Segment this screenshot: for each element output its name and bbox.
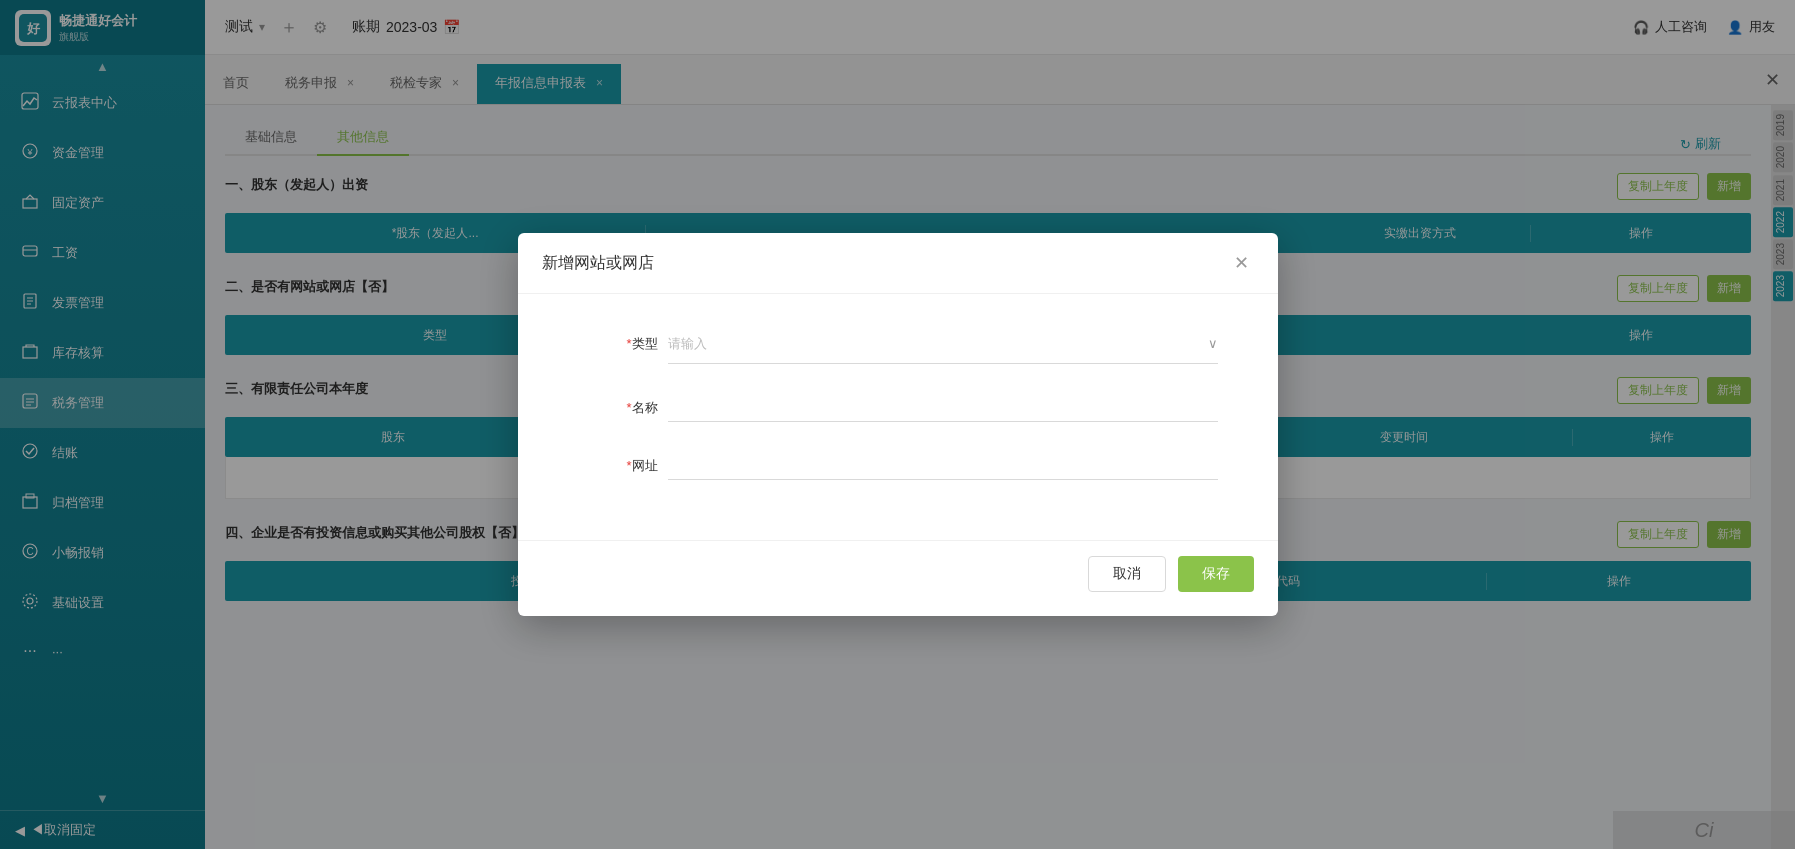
label-type-text: 类型: [632, 336, 658, 351]
save-button[interactable]: 保存: [1178, 556, 1254, 592]
type-input[interactable]: [668, 330, 1200, 357]
modal-title: 新增网站或网店: [542, 253, 654, 274]
modal-add-website: 新增网站或网店 ✕ *类型 ∨ *名称: [518, 233, 1278, 616]
modal-overlay[interactable]: 新增网站或网店 ✕ *类型 ∨ *名称: [0, 0, 1795, 849]
url-input[interactable]: [668, 452, 1218, 480]
modal-close-button[interactable]: ✕: [1230, 251, 1254, 275]
modal-footer: 取消 保存: [518, 540, 1278, 616]
form-row-type: *类型 ∨: [578, 324, 1218, 364]
modal-header: 新增网站或网店 ✕: [518, 233, 1278, 294]
form-row-name: *名称: [578, 394, 1218, 422]
label-name-text: 名称: [632, 400, 658, 415]
form-label-name: *名称: [578, 399, 658, 417]
form-row-url: *网址: [578, 452, 1218, 480]
form-label-type: *类型: [578, 335, 658, 353]
label-url-text: 网址: [632, 458, 658, 473]
cancel-button[interactable]: 取消: [1088, 556, 1166, 592]
type-input-wrapper: ∨: [668, 324, 1218, 364]
form-label-url: *网址: [578, 457, 658, 475]
modal-body: *类型 ∨ *名称 *网址: [518, 294, 1278, 540]
type-dropdown-icon[interactable]: ∨: [1208, 336, 1218, 351]
name-input[interactable]: [668, 394, 1218, 422]
